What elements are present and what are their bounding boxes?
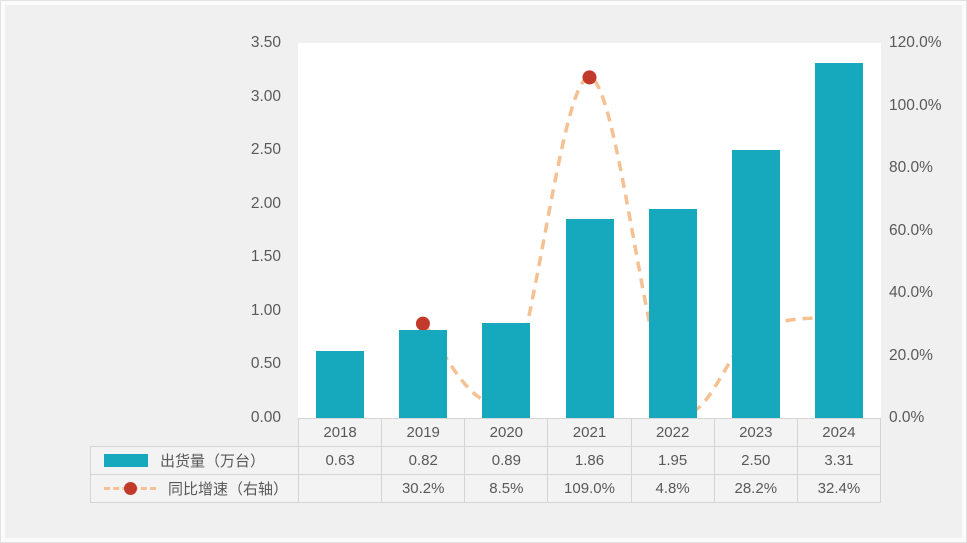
growth-marker-2021 xyxy=(582,70,597,85)
year-header-2018: 2018 xyxy=(297,418,383,447)
shipments-cell-2024: 3.31 xyxy=(796,446,882,475)
growth-cell-2020: 8.5% xyxy=(464,474,549,503)
bar-series-swatch-icon xyxy=(104,454,148,467)
shipments-cell-2018: 0.63 xyxy=(297,446,383,475)
left-axis-tick: 3.50 xyxy=(250,34,281,51)
growth-cell-2018 xyxy=(297,474,383,503)
bar-2021 xyxy=(565,218,614,418)
plot-area xyxy=(298,43,881,418)
legend-shipments: 出货量（万台） xyxy=(90,446,299,475)
table-corner-cell xyxy=(91,419,299,447)
left-axis-tick: 1.00 xyxy=(250,301,281,319)
right-axis-tick: 60.0% xyxy=(889,221,933,239)
bar-2023 xyxy=(732,150,781,418)
growth-cell-2021: 109.0% xyxy=(547,474,632,503)
bar-2019 xyxy=(398,330,447,418)
left-axis-tick: 2.00 xyxy=(250,194,281,212)
line-series-swatch-icon xyxy=(104,482,156,495)
data-table: 2018 2019 2020 2021 2022 2023 2024 出货量（万台） 0.63 0… xyxy=(90,418,882,503)
bar-2020 xyxy=(482,322,531,418)
growth-cell-2019: 30.2% xyxy=(381,474,466,503)
shipments-cell-2022: 1.95 xyxy=(630,446,715,475)
shipments-cell-2021: 1.86 xyxy=(547,446,632,475)
left-axis-tick: 1.50 xyxy=(250,248,281,266)
year-header-2019: 2019 xyxy=(381,418,466,447)
shipments-cell-2023: 2.50 xyxy=(713,446,798,475)
growth-marker-2019 xyxy=(415,316,430,331)
right-axis: 120.0% 100.0% 80.0% 60.0% 40.0% 20.0% 0.0% xyxy=(889,1,966,542)
right-axis-tick: 40.0% xyxy=(889,284,933,301)
year-header-2023: 2023 xyxy=(713,418,798,447)
year-header-2024: 2024 xyxy=(796,418,882,447)
chart-panel: 3.50 3.00 2.50 2.00 1.50 1.00 0.50 0.00 120.0% 1… xyxy=(0,0,967,543)
series-label: 同比增速（右轴） xyxy=(168,481,289,498)
right-axis-tick: 20.0% xyxy=(889,346,933,364)
left-axis-tick: 0.50 xyxy=(250,355,281,373)
growth-cell-2024: 32.4% xyxy=(796,474,882,503)
year-header-2021: 2021 xyxy=(547,418,632,447)
bar-2018 xyxy=(315,350,364,418)
growth-cell-2022: 4.8% xyxy=(630,474,715,503)
right-axis-tick: 80.0% xyxy=(889,159,933,176)
right-axis-tick: 120.0% xyxy=(889,34,942,51)
year-header-2022: 2022 xyxy=(630,418,715,447)
legend-growth: 同比增速（右轴） xyxy=(90,474,299,503)
left-axis-tick: 3.00 xyxy=(250,87,281,105)
shipments-cell-2020: 0.89 xyxy=(464,446,549,475)
left-axis-tick: 2.50 xyxy=(250,141,281,159)
right-axis-tick: 0.0% xyxy=(889,409,925,426)
growth-cell-2023: 28.2% xyxy=(713,474,798,503)
bar-2022 xyxy=(648,209,697,418)
bar-2024 xyxy=(815,63,864,418)
right-axis-tick: 100.0% xyxy=(889,96,942,114)
shipments-cell-2019: 0.82 xyxy=(381,446,466,475)
line-marker-icon xyxy=(123,482,137,495)
year-header-2020: 2020 xyxy=(464,418,549,447)
series-label: 出货量（万台） xyxy=(160,453,266,470)
